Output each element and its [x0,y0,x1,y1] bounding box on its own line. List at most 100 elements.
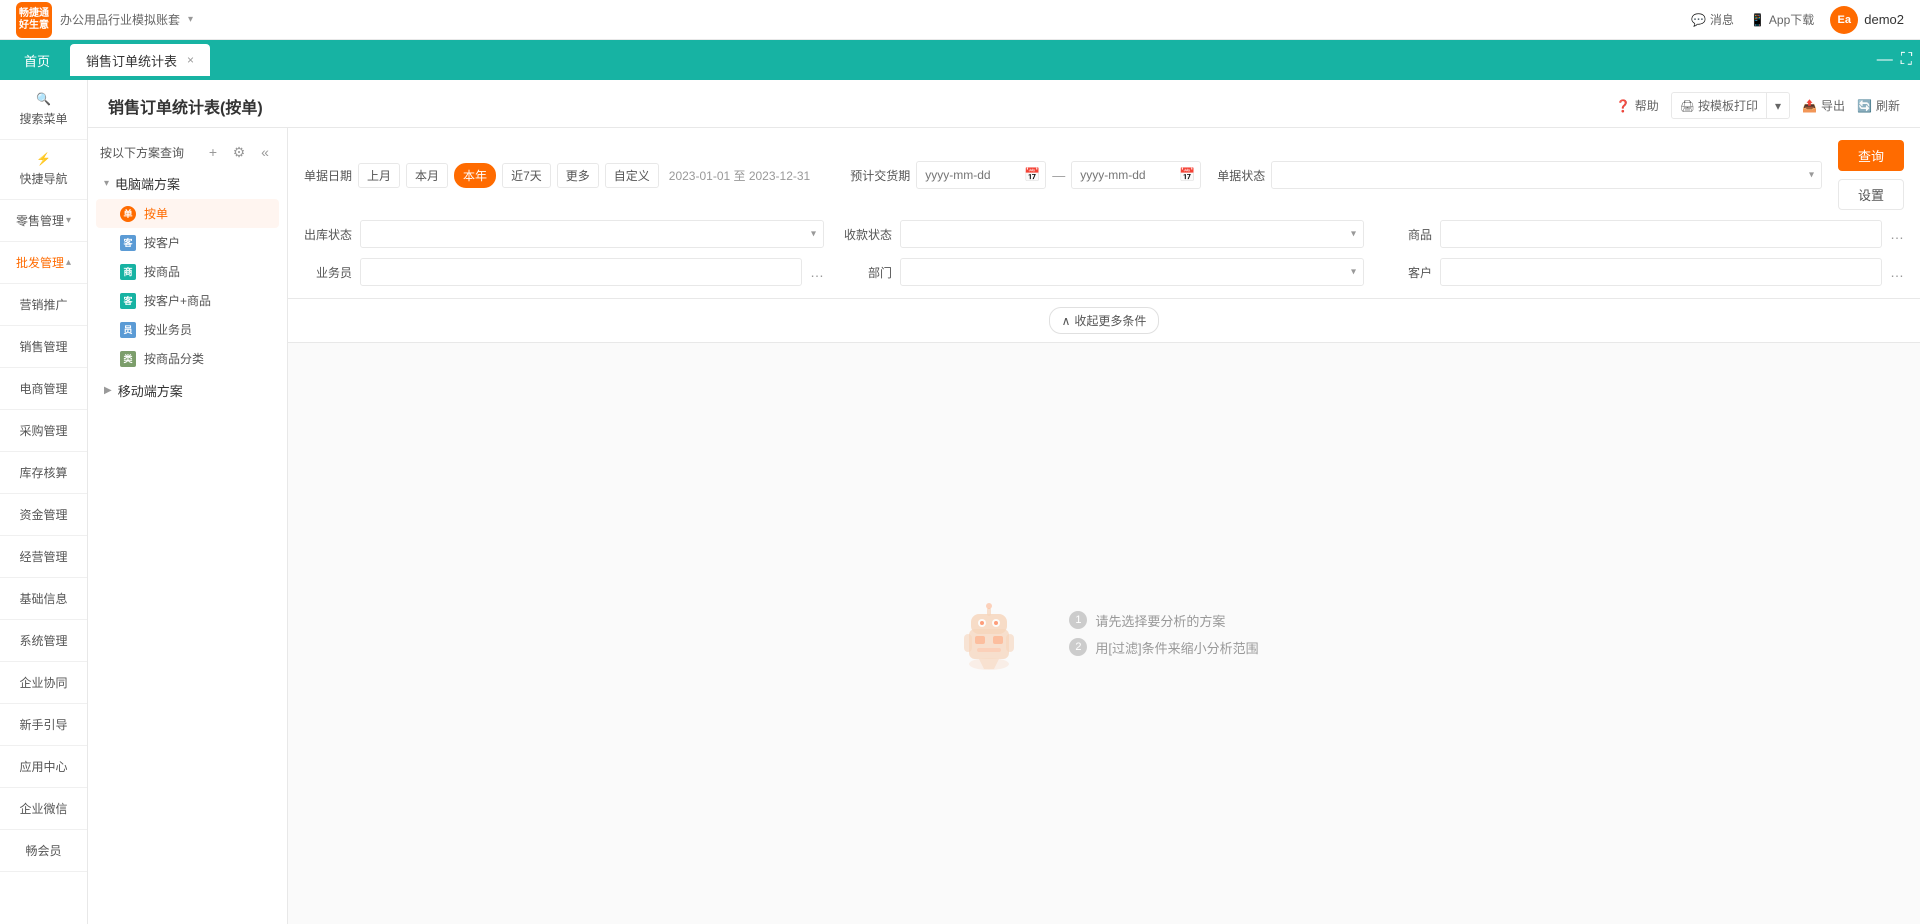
scheme-settings-button[interactable]: ⚙ [229,142,249,162]
app-download-button[interactable]: 📱 App下载 [1750,11,1814,28]
print-button[interactable]: 🖨 按模板打印 [1672,93,1766,118]
empty-state-icon [949,594,1029,674]
window-minimize-button[interactable]: — [1877,51,1893,69]
payment-status-select[interactable] [900,220,1364,248]
goods-cell: 商品 … [1384,220,1904,248]
payment-select-wrap: ▾ [900,220,1364,248]
message-button[interactable]: 💬 消息 [1691,11,1734,28]
setting-button[interactable]: 设置 [1838,179,1904,210]
scheme-group-mobile: ▶ 移动端方案 [96,375,279,406]
sidebar-item-operations[interactable]: 经营管理 [0,536,87,578]
goods-dots-button[interactable]: … [1890,226,1904,242]
scheme-group-mobile-label: 移动端方案 [118,381,183,400]
tab-close-icon[interactable]: × [187,53,194,67]
message-icon: 💬 [1691,13,1706,27]
sidebar-item-member[interactable]: 畅会员 [0,830,87,872]
hint-2-num: 2 [1069,638,1087,656]
sidebar-item-inventory[interactable]: 库存核算 [0,452,87,494]
app-title: 办公用品行业模拟账套 [60,11,180,28]
scheme-item-by-customer-goods[interactable]: 客 按客户+商品 [96,286,279,315]
refresh-button[interactable]: 🔄 刷新 [1857,97,1900,114]
scheme-item-by-customer[interactable]: 客 按客户 [96,228,279,257]
collapse-bar: ∧ 收起更多条件 [288,299,1920,343]
tab-sales-order-stats[interactable]: 销售订单统计表 × [70,44,210,76]
scheme-item-by-goods[interactable]: 商 按商品 [96,257,279,286]
sidebar-item-system[interactable]: 系统管理 [0,620,87,662]
status-select[interactable] [1271,161,1822,189]
sidebar-item-shortcuts[interactable]: ⚡ 快捷导航 [0,140,87,200]
help-button[interactable]: ❓ 帮助 [1616,97,1659,114]
username-label: demo2 [1864,12,1904,27]
customer-dots-button[interactable]: … [1890,264,1904,280]
wholesale-arrow-icon: ▴ [66,257,71,268]
shortcuts-icon: ⚡ [36,152,51,166]
print-dropdown-button[interactable]: ▾ [1767,95,1789,117]
scheme-item-icon-bar: 客 [120,235,136,251]
salesperson-label: 业务员 [304,264,352,281]
shipment-status-select[interactable] [360,220,824,248]
top-bar: 畅捷通好生意 办公用品行业模拟账套 ▾ 💬 消息 📱 App下载 Ea demo… [0,0,1920,40]
date-label: 单据日期 [304,167,352,184]
date-btn-custom[interactable]: 自定义 [605,163,659,188]
app-title-dropdown-icon[interactable]: ▾ [188,14,193,25]
scheme-item-by-order[interactable]: 单 按单 [96,199,279,228]
retail-arrow-icon: ▾ [66,215,71,226]
expected-date-start[interactable] [916,161,1046,189]
department-cell: 部门 ▾ [844,258,1364,286]
payment-label: 收款状态 [844,226,892,243]
export-icon: 📤 [1802,99,1817,113]
goods-label: 商品 [1384,226,1432,243]
sidebar-item-retail[interactable]: 零售管理 ▾ [0,200,87,242]
payment-status-cell: 收款状态 ▾ [844,220,1364,248]
export-button[interactable]: 📤 导出 [1802,97,1845,114]
sidebar-item-purchase[interactable]: 采购管理 [0,410,87,452]
salesperson-input[interactable] [360,258,802,286]
tab-bar: 首页 销售订单统计表 × — ⛶ [0,40,1920,80]
scheme-item-by-category[interactable]: 类 按商品分类 [96,344,279,373]
hint-1-text: 请先选择要分析的方案 [1095,611,1225,630]
sidebar-item-app-center[interactable]: 应用中心 [0,746,87,788]
salesperson-dots-button[interactable]: … [810,264,824,280]
page-title: 销售订单统计表(按单) [108,94,263,118]
body-layout: 按以下方案查询 + ⚙ « [88,128,1920,924]
expected-date-end[interactable] [1071,161,1201,189]
date-btn-more[interactable]: 更多 [557,163,599,188]
query-button[interactable]: 查询 [1838,140,1904,171]
date-btn-last-month[interactable]: 上月 [358,163,400,188]
expected-date-label: 预计交货期 [850,167,910,184]
empty-hint-1: 1 请先选择要分析的方案 [1069,611,1258,630]
user-area[interactable]: Ea demo2 [1830,6,1904,34]
tab-home[interactable]: 首页 [8,44,66,76]
app-logo: 畅捷通好生意 [16,2,52,38]
window-maximize-button[interactable]: ⛶ [1901,51,1912,69]
avatar: Ea [1830,6,1858,34]
date-btn-this-month[interactable]: 本月 [406,163,448,188]
scheme-item-by-salesperson[interactable]: 员 按业务员 [96,315,279,344]
customer-input[interactable] [1440,258,1882,286]
scheme-add-button[interactable]: + [203,142,223,162]
sidebar-item-marketing[interactable]: 营销推广 [0,284,87,326]
sidebar-item-new-guide[interactable]: 新手引导 [0,704,87,746]
scheme-icons: + ⚙ « [203,142,275,162]
scheme-collapse-button[interactable]: « [255,142,275,162]
shipment-select-wrap: ▾ [360,220,824,248]
goods-input[interactable] [1440,220,1882,248]
department-select[interactable] [900,258,1364,286]
date-btn-7days[interactable]: 近7天 [502,163,551,188]
sidebar-item-basics[interactable]: 基础信息 [0,578,87,620]
scheme-group-mobile-header[interactable]: ▶ 移动端方案 [96,375,279,406]
sidebar-item-sales[interactable]: 销售管理 [0,326,87,368]
scheme-group-expand-icon: ▾ [104,178,109,189]
collapse-button[interactable]: ∧ 收起更多条件 [1049,307,1160,334]
scheme-group-pc-header[interactable]: ▾ 电脑端方案 [96,168,279,199]
sidebar-item-finance[interactable]: 资金管理 [0,494,87,536]
sidebar-item-wholesale[interactable]: 批发管理 ▴ [0,242,87,284]
content-area: 销售订单统计表(按单) ❓ 帮助 🖨 按模板打印 ▾ 📤 导出 [88,80,1920,924]
action-btn-group: 查询 设置 [1838,140,1904,210]
sidebar-item-ecommerce[interactable]: 电商管理 [0,368,87,410]
sidebar-item-search[interactable]: 🔍 搜索菜单 [0,80,87,140]
sidebar-item-enterprise-collab[interactable]: 企业协同 [0,662,87,704]
sidebar-item-enterprise-wechat[interactable]: 企业微信 [0,788,87,830]
date-btn-this-year[interactable]: 本年 [454,163,496,188]
salesperson-cell: 业务员 … [304,258,824,286]
